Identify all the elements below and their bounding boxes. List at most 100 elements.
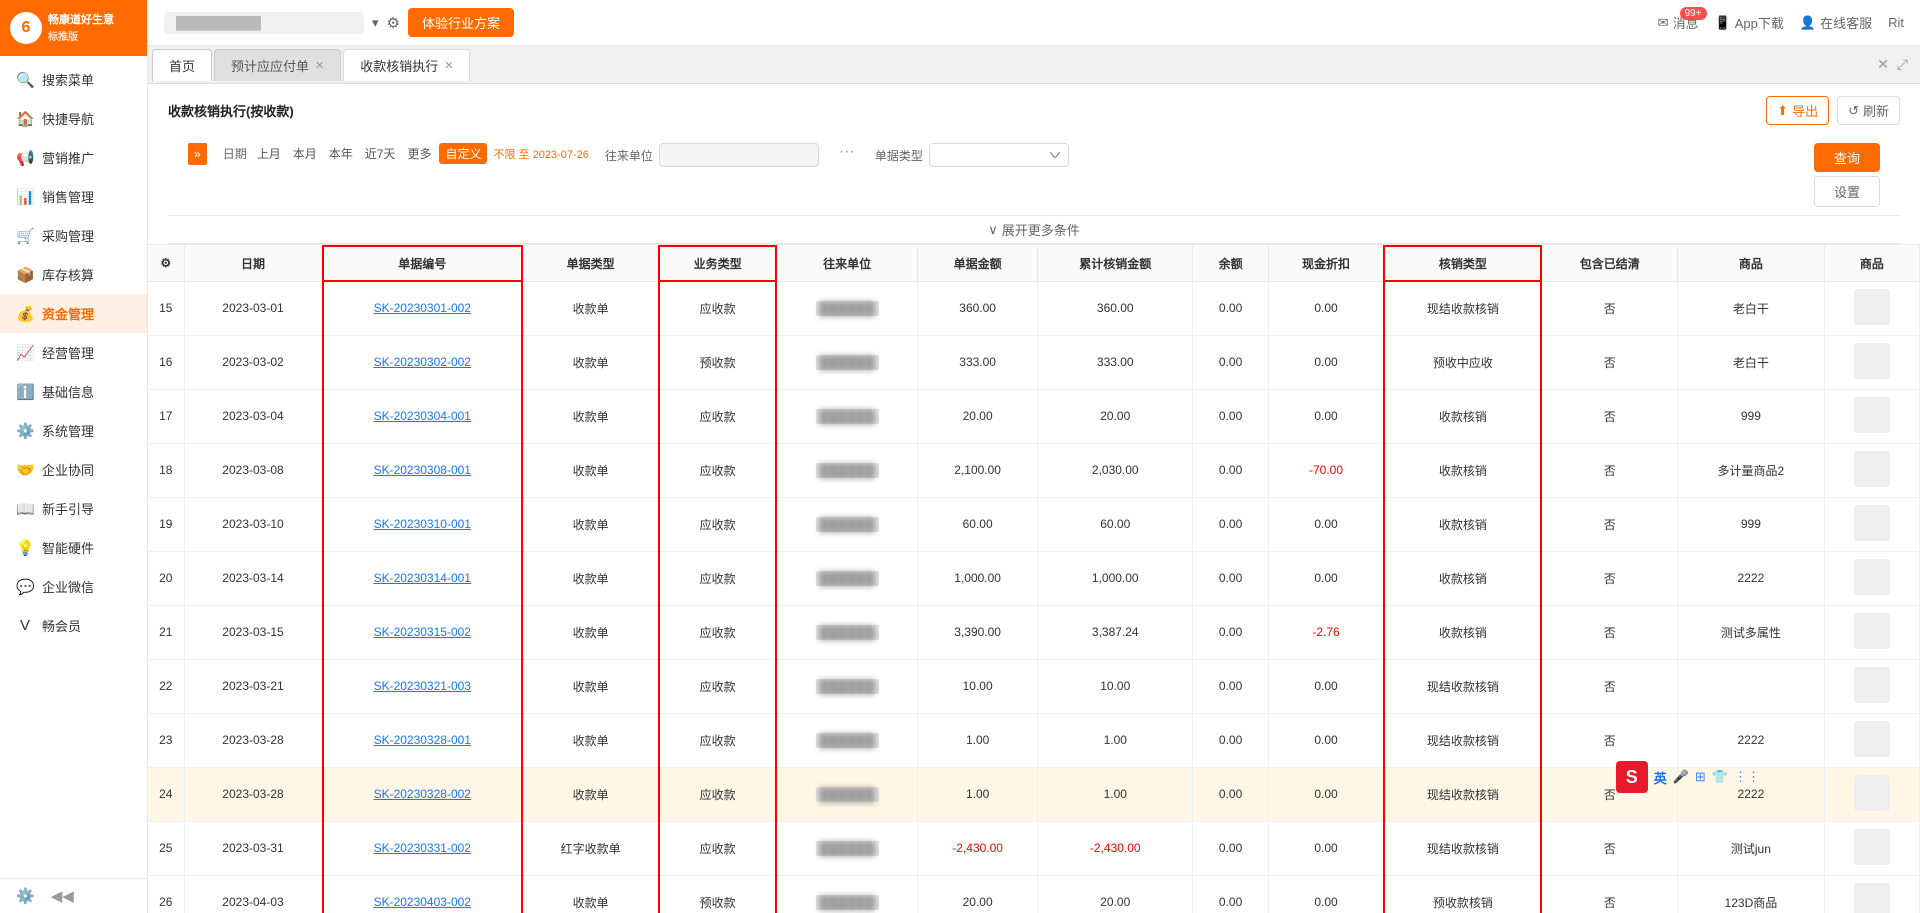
cell-doc-no[interactable]: SK-20230308-001 [323, 443, 523, 497]
sidebar-item-purchase[interactable]: 🛒 采购管理 [0, 216, 147, 255]
date-this-month[interactable]: 本月 [289, 143, 321, 164]
cell-cash-discount: 0.00 [1268, 713, 1384, 767]
tab-collection[interactable]: 收款核销执行 ✕ [343, 49, 470, 81]
topbar-search[interactable]: ██████████ [164, 12, 364, 34]
cell-include-settled: 否 [1541, 767, 1677, 821]
sidebar-label-purchase: 采购管理 [42, 226, 94, 245]
date-custom-button[interactable]: 自定义 [439, 143, 487, 164]
industry-solution-button[interactable]: 体验行业方案 [408, 8, 514, 37]
user-avatar[interactable]: Rit [1888, 15, 1904, 30]
close-tab-icon[interactable]: ✕ [1877, 56, 1889, 73]
cell-include-settled: 否 [1541, 713, 1677, 767]
cell-doc-type: 收款单 [522, 659, 659, 713]
export-button[interactable]: ⬆ 导出 [1766, 96, 1829, 125]
maximize-icon[interactable]: ⤢ [1897, 56, 1908, 73]
cell-include-settled: 否 [1541, 875, 1677, 913]
sidebar-item-system[interactable]: ⚙️系统管理 [0, 411, 147, 450]
cell-balance: 0.00 [1193, 281, 1268, 335]
counterparty-filter-group: 往来单位 [605, 143, 819, 167]
cell-counterparty: ██████ [776, 875, 918, 913]
sidebar-item-hardware[interactable]: 💡智能硬件 [0, 528, 147, 567]
collapse-icon[interactable]: ◀◀ [51, 887, 74, 905]
tab-collection-close[interactable]: ✕ [444, 59, 453, 72]
tabs-actions: ✕ ⤢ [1877, 56, 1916, 73]
more-filter-dots[interactable]: ··· [839, 143, 855, 161]
cell-biz-type: 应收款 [659, 551, 776, 605]
date-filter-label: 日期 [223, 145, 247, 162]
cell-doc-no[interactable]: SK-20230315-002 [323, 605, 523, 659]
date-last-7-days[interactable]: 近7天 [361, 143, 400, 164]
sidebar-label-basic: 基础信息 [42, 382, 94, 401]
tabs-bar: 首页 预计应应付单 ✕ 收款核销执行 ✕ ✕ ⤢ [148, 46, 1920, 84]
gear-icon[interactable]: ⚙ [387, 14, 400, 32]
sidebar-item-guide[interactable]: 📖新手引导 [0, 489, 147, 528]
date-more[interactable]: 更多 [403, 143, 435, 164]
sidebar-item-marketing[interactable]: 📢营销推广 [0, 138, 147, 177]
cell-doc-no[interactable]: SK-20230328-002 [323, 767, 523, 821]
cell-product2 [1824, 335, 1919, 389]
cell-balance: 0.00 [1193, 443, 1268, 497]
cell-date: 2023-03-31 [184, 821, 323, 875]
cell-counterparty: ██████ [776, 767, 918, 821]
cell-doc-no[interactable]: SK-20230314-001 [323, 551, 523, 605]
cell-counterparty: ██████ [776, 497, 918, 551]
date-this-year[interactable]: 本年 [325, 143, 357, 164]
sidebar-item-enterprise[interactable]: 🤝企业协同 [0, 450, 147, 489]
counterparty-input[interactable] [659, 143, 819, 167]
cell-product: 老白干 [1678, 335, 1825, 389]
sidebar-item-quicknav[interactable]: 🏠快捷导航 [0, 99, 147, 138]
cell-amount: 60.00 [918, 497, 1038, 551]
filter-toggle-button[interactable]: » [188, 143, 207, 165]
sidebar-item-finance[interactable]: 💰资金管理 [0, 294, 147, 333]
date-last-month[interactable]: 上月 [253, 143, 285, 164]
cell-writeoff-type: 收款核销 [1384, 551, 1541, 605]
cell-doc-no[interactable]: SK-20230304-001 [323, 389, 523, 443]
messages-button[interactable]: ✉ 消息 99+ [1658, 13, 1699, 32]
cell-balance: 0.00 [1193, 875, 1268, 913]
cell-amount: 20.00 [918, 389, 1038, 443]
tab-payable[interactable]: 预计应应付单 ✕ [214, 49, 341, 81]
cell-doc-no[interactable]: SK-20230301-002 [323, 281, 523, 335]
cell-writeoff-type: 现结收款核销 [1384, 821, 1541, 875]
cell-amount: 333.00 [918, 335, 1038, 389]
topbar-dropdown[interactable]: ▾ [372, 15, 379, 31]
expand-more-bar[interactable]: ∨ 展开更多条件 [168, 216, 1900, 244]
cell-doc-no[interactable]: SK-20230310-001 [323, 497, 523, 551]
export-label: 导出 [1792, 101, 1818, 120]
app-icon: 📱 [1715, 15, 1731, 31]
sidebar-item-operation[interactable]: 📈经营管理 [0, 333, 147, 372]
settings-icon[interactable]: ⚙️ [16, 887, 35, 905]
cell-writeoff-type: 收款核销 [1384, 389, 1541, 443]
table-row: 24 2023-03-28 SK-20230328-002 收款单 应收款 ██… [148, 767, 1920, 821]
cell-doc-no[interactable]: SK-20230331-002 [323, 821, 523, 875]
cell-doc-no[interactable]: SK-20230302-002 [323, 335, 523, 389]
online-service-button[interactable]: 👤 在线客服 [1800, 13, 1872, 32]
sidebar-icon-purchase: 🛒 [16, 227, 34, 245]
expand-label: 展开更多条件 [1002, 220, 1080, 239]
th-cash-discount: 现金折扣 [1268, 246, 1384, 281]
app-download-button[interactable]: 📱 App下载 [1715, 13, 1784, 32]
sidebar-item-basic[interactable]: ℹ️基础信息 [0, 372, 147, 411]
sidebar-item-member[interactable]: V畅会员 [0, 606, 147, 645]
cell-doc-no[interactable]: SK-20230321-003 [323, 659, 523, 713]
tab-payable-close[interactable]: ✕ [315, 59, 324, 72]
cell-doc-no[interactable]: SK-20230403-002 [323, 875, 523, 913]
sidebar-item-inventory[interactable]: 📦库存核算 [0, 255, 147, 294]
sidebar-label-guide: 新手引导 [42, 499, 94, 518]
settings-button[interactable]: 设置 [1814, 176, 1880, 207]
cell-biz-type: 应收款 [659, 821, 776, 875]
sidebar-item-wechat[interactable]: 💬企业微信 [0, 567, 147, 606]
logo-icon: 6 [10, 12, 42, 44]
sidebar-item-search[interactable]: 🔍搜索菜单 [0, 60, 147, 99]
tab-home[interactable]: 首页 [152, 49, 212, 81]
cell-product: 999 [1678, 497, 1825, 551]
cell-balance: 0.00 [1193, 605, 1268, 659]
cell-cash-discount: -2.76 [1268, 605, 1384, 659]
query-button[interactable]: 查询 [1814, 143, 1880, 172]
refresh-button[interactable]: ↺ 刷新 [1837, 96, 1900, 125]
cell-doc-no[interactable]: SK-20230328-001 [323, 713, 523, 767]
cell-num: 17 [148, 389, 184, 443]
sidebar-item-sales[interactable]: 📊销售管理 [0, 177, 147, 216]
th-product: 商品 [1678, 246, 1825, 281]
voucher-type-select[interactable] [929, 143, 1069, 167]
